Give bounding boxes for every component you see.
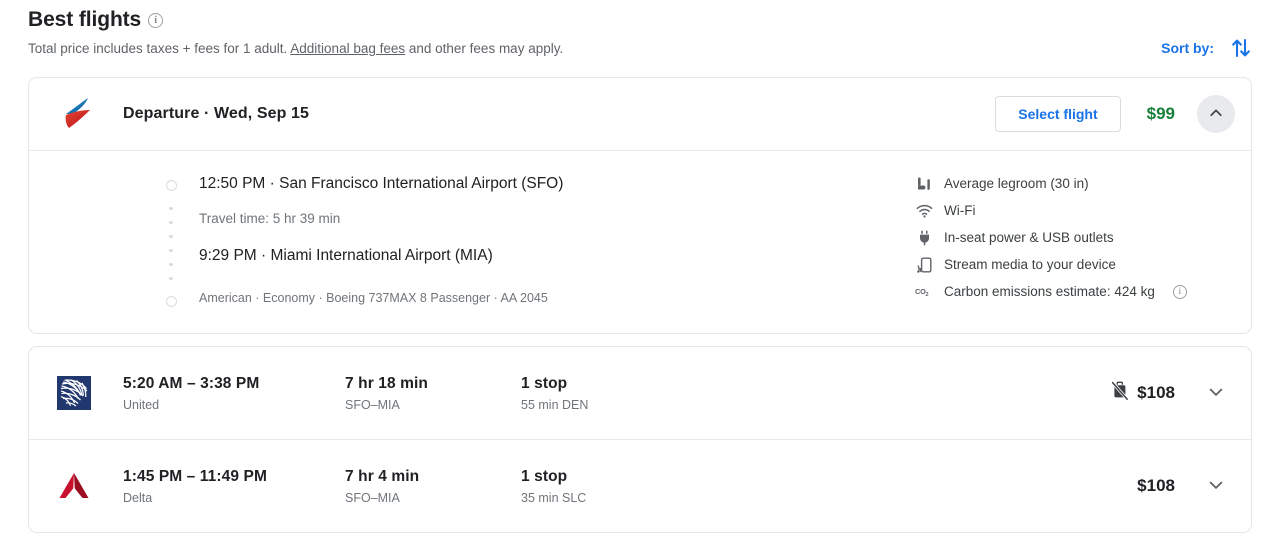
- additional-bag-fees-link[interactable]: Additional bag fees: [290, 41, 405, 56]
- amenity-stream-media: Stream media to your device: [915, 256, 1235, 274]
- departure-heading: Departure · Wed, Sep 15: [123, 105, 310, 122]
- flight-meta: American · Economy · Boeing 737MAX 8 Pas…: [199, 291, 548, 305]
- row-price-group: $108: [1137, 476, 1175, 496]
- amenity-label: In-seat power & USB outlets: [944, 230, 1114, 245]
- flight-duration: 7 hr 18 min: [345, 374, 428, 392]
- page-title: Best flights: [28, 8, 142, 31]
- expand-button[interactable]: [1197, 374, 1235, 412]
- expand-button[interactable]: [1197, 467, 1235, 505]
- no-carry-on-bag-icon: [1110, 380, 1130, 406]
- airline-name: United: [123, 397, 160, 412]
- amenity-label: Carbon emissions estimate: 424 kg: [944, 284, 1155, 299]
- svg-text:2: 2: [925, 292, 928, 298]
- table-row[interactable]: 1:45 PM – 11:49 PM Delta 7 hr 4 min SFO–…: [29, 440, 1251, 532]
- leg-details: 12:50 PM · San Francisco International A…: [183, 173, 563, 307]
- wifi-icon: [915, 202, 933, 220]
- amenity-wifi: Wi-Fi: [915, 202, 1235, 220]
- sort-by-control[interactable]: Sort by:: [1161, 36, 1252, 60]
- expanded-card-price: $99: [1146, 104, 1175, 123]
- page-header: Best flights i Total price includes taxe…: [28, 0, 1252, 58]
- row-times: 5:20 AM – 3:38 PM United: [123, 373, 345, 414]
- amenity-label: Stream media to your device: [944, 257, 1116, 272]
- row-stops: 1 stop 35 min SLC: [521, 466, 1137, 507]
- power-plug-icon: [915, 229, 933, 247]
- united-airlines-logo: [51, 376, 123, 410]
- arrival-dot-icon: [165, 296, 177, 307]
- select-flight-button[interactable]: Select flight: [995, 96, 1121, 132]
- arrival-time-airport: 9:29 PM · Miami International Airport (M…: [199, 247, 493, 264]
- departure-time-airport: 12:50 PM · San Francisco International A…: [199, 175, 564, 192]
- departure-dot-icon: [165, 180, 177, 191]
- row-duration: 7 hr 4 min SFO–MIA: [345, 466, 521, 507]
- info-icon[interactable]: i: [148, 12, 164, 28]
- co2-icon: CO 2: [915, 283, 933, 301]
- carbon-info-icon[interactable]: i: [1172, 285, 1187, 299]
- disclaimer-text-before: Total price includes taxes + fees for 1 …: [28, 41, 291, 56]
- svg-text:CO: CO: [915, 287, 926, 296]
- row-price: $108: [1137, 476, 1175, 495]
- row-times: 1:45 PM – 11:49 PM Delta: [123, 466, 345, 507]
- amenity-label: Wi-Fi: [944, 203, 976, 218]
- flight-results-list: 5:20 AM – 3:38 PM United 7 hr 18 min SFO…: [28, 346, 1252, 533]
- amenity-legroom: Average legroom (30 in): [915, 175, 1235, 193]
- sort-by-label: Sort by:: [1161, 40, 1214, 56]
- disclaimer-text-after: and other fees may apply.: [405, 41, 564, 56]
- amenity-label: Average legroom (30 in): [944, 176, 1089, 191]
- flight-times: 5:20 AM – 3:38 PM: [123, 374, 260, 392]
- expanded-flight-card: Departure · Wed, Sep 15 Select flight $9…: [28, 77, 1252, 334]
- row-duration: 7 hr 18 min SFO–MIA: [345, 373, 521, 414]
- stops-count: 1 stop: [521, 467, 568, 485]
- stop-detail: 35 min SLC: [521, 490, 587, 505]
- timeline-dots: [169, 191, 173, 296]
- table-row[interactable]: 5:20 AM – 3:38 PM United 7 hr 18 min SFO…: [29, 347, 1251, 439]
- collapse-button[interactable]: [1197, 95, 1235, 133]
- chevron-down-icon: [1207, 476, 1225, 497]
- row-price: $108: [1137, 383, 1175, 402]
- american-airlines-logo: [51, 97, 123, 131]
- best-flights-page: Best flights i Total price includes taxe…: [0, 0, 1280, 553]
- expanded-card-header[interactable]: Departure · Wed, Sep 15 Select flight $9…: [29, 78, 1251, 150]
- row-stops: 1 stop 55 min DEN: [521, 373, 1111, 414]
- legroom-icon: [915, 175, 933, 193]
- amenities-list: Average legroom (30 in) Wi-Fi In-seat po…: [915, 173, 1235, 307]
- travel-time: Travel time: 5 hr 39 min: [199, 211, 341, 226]
- sort-arrows-icon[interactable]: [1230, 36, 1252, 60]
- price-disclaimer: Total price includes taxes + fees for 1 …: [28, 40, 1252, 58]
- airline-name: Delta: [123, 490, 153, 505]
- flight-times: 1:45 PM – 11:49 PM: [123, 467, 267, 485]
- row-price-group: $108: [1110, 380, 1175, 406]
- leg-timeline: [159, 173, 183, 307]
- expanded-card-body: 12:50 PM · San Francisco International A…: [29, 151, 1251, 333]
- title-row: Best flights i: [28, 6, 1252, 34]
- flight-duration: 7 hr 4 min: [345, 467, 420, 485]
- amenity-carbon-emissions: CO 2 Carbon emissions estimate: 424 kg i: [915, 283, 1235, 301]
- stream-media-icon: [915, 256, 933, 274]
- itinerary-column: 12:50 PM · San Francisco International A…: [51, 173, 915, 307]
- stop-detail: 55 min DEN: [521, 397, 589, 412]
- stops-count: 1 stop: [521, 374, 568, 392]
- chevron-up-icon: [1208, 105, 1224, 124]
- flight-route: SFO–MIA: [345, 490, 400, 505]
- delta-logo: [51, 471, 123, 501]
- amenity-power: In-seat power & USB outlets: [915, 229, 1235, 247]
- chevron-down-icon: [1207, 383, 1225, 404]
- flight-route: SFO–MIA: [345, 397, 400, 412]
